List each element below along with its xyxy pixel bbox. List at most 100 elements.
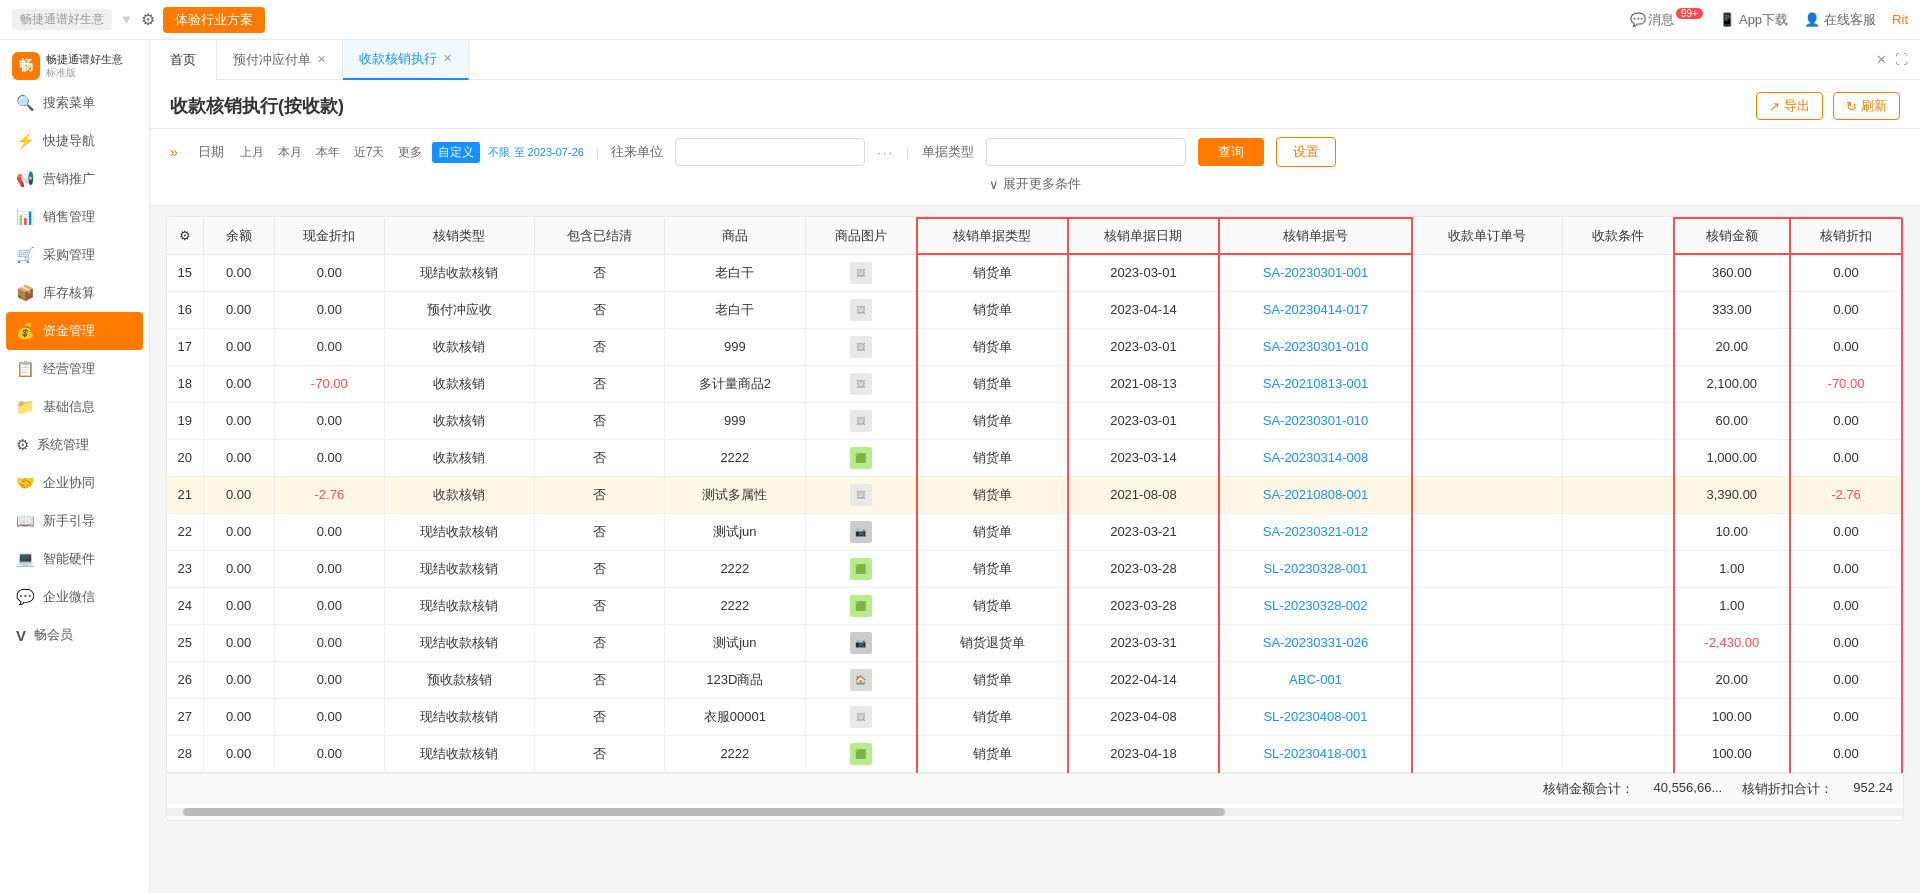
voucher-no-link[interactable]: SA-20230301-001 [1263, 265, 1369, 280]
tab-collection-close[interactable]: ✕ [443, 52, 452, 65]
tab-prepay[interactable]: 预付冲应付单 ✕ [217, 40, 343, 80]
expand-conditions-btn[interactable]: ∨ 展开更多条件 [989, 175, 1081, 193]
voucher-no-link[interactable]: SL-20230408-001 [1263, 709, 1367, 724]
sidebar-item-hardware[interactable]: 💻 智能硬件 [0, 540, 149, 578]
voucher-type-select[interactable] [986, 138, 1186, 166]
cell-goods-img: 📷 [805, 624, 916, 661]
trial-btn[interactable]: 体验行业方案 [163, 7, 265, 33]
cell-voucher-no[interactable]: SA-20210813-001 [1219, 365, 1412, 402]
sidebar-item-guide[interactable]: 📖 新手引导 [0, 502, 149, 540]
voucher-no-link[interactable]: SL-20230418-001 [1263, 746, 1367, 761]
cell-type: 现结收款核销 [385, 513, 535, 550]
cell-payment-cond [1562, 550, 1673, 587]
cell-balance: 0.00 [203, 365, 274, 402]
voucher-no-link[interactable]: ABC-001 [1289, 672, 1342, 687]
cell-voucher-no[interactable]: SA-20230331-026 [1219, 624, 1412, 661]
sidebar-item-sales-label: 销售管理 [43, 208, 95, 226]
tab-prepay-close[interactable]: ✕ [317, 53, 326, 66]
message-area[interactable]: 💬 消息 99+ [1630, 11, 1703, 29]
sidebar-item-finance[interactable]: 💰 资金管理 [6, 312, 143, 350]
sidebar-item-collab[interactable]: 🤝 企业协同 [0, 464, 149, 502]
tab-collection[interactable]: 收款核销执行 ✕ [343, 40, 469, 80]
close-window-icon[interactable]: ✕ [1876, 52, 1887, 67]
online-service[interactable]: 👤 在线客服 [1804, 11, 1876, 29]
date-custom[interactable]: 自定义 [432, 142, 480, 163]
cell-voucher-no[interactable]: SA-20230301-001 [1219, 254, 1412, 291]
main-table: ⚙ 余额 现金折扣 核销类型 包含已结清 商品 商品图片 核销单据类型 核销单据… [167, 217, 1903, 773]
th-type: 核销类型 [385, 218, 535, 254]
voucher-no-link[interactable]: SA-20210808-001 [1263, 487, 1369, 502]
voucher-no-link[interactable]: SA-20230321-012 [1263, 524, 1369, 539]
gear-icon[interactable]: ⚙ [141, 10, 155, 29]
voucher-no-link[interactable]: SA-20230301-010 [1263, 339, 1369, 354]
date-this-year[interactable]: 本年 [312, 142, 344, 163]
cell-voucher-no[interactable]: ABC-001 [1219, 661, 1412, 698]
sidebar-item-wechat[interactable]: 💬 企业微信 [0, 578, 149, 616]
sidebar-item-basic[interactable]: 📁 基础信息 [0, 388, 149, 426]
table-wrapper: ⚙ 余额 现金折扣 核销类型 包含已结清 商品 商品图片 核销单据类型 核销单据… [166, 216, 1904, 821]
sidebar-item-system[interactable]: ⚙ 系统管理 [0, 426, 149, 464]
sidebar-item-member[interactable]: V 畅会员 [0, 616, 149, 654]
tab-home[interactable]: 首页 [150, 40, 217, 80]
cell-amount: -2,430.00 [1674, 624, 1790, 661]
date-label: 日期 [198, 143, 224, 161]
tab-collection-label: 收款核销执行 [359, 50, 437, 68]
sidebar-item-marketing[interactable]: 📢 营销推广 [0, 160, 149, 198]
filter-separator-1: | [596, 145, 599, 160]
horizontal-scrollbar[interactable] [183, 808, 1225, 816]
settings-button[interactable]: 设置 [1276, 137, 1336, 167]
sidebar-item-purchase[interactable]: 🛒 采购管理 [0, 236, 149, 274]
cell-order-no [1412, 291, 1563, 328]
cell-voucher-no[interactable]: SL-20230418-001 [1219, 735, 1412, 772]
voucher-no-link[interactable]: SA-20230301-010 [1263, 413, 1369, 428]
cell-voucher-no[interactable]: SA-20230314-008 [1219, 439, 1412, 476]
export-button[interactable]: ↗ 导出 [1756, 92, 1823, 120]
app-download[interactable]: 📱 App下载 [1719, 11, 1788, 29]
date-more[interactable]: 更多 [394, 142, 426, 163]
sidebar-item-nav[interactable]: ⚡ 快捷导航 [0, 122, 149, 160]
voucher-no-link[interactable]: SL-20230328-002 [1263, 598, 1367, 613]
cell-discount: 0.00 [1790, 291, 1902, 328]
th-order-no: 收款单订单号 [1412, 218, 1563, 254]
query-button[interactable]: 查询 [1198, 138, 1264, 166]
date-7days[interactable]: 近7天 [350, 142, 389, 163]
voucher-no-link[interactable]: SL-20230328-001 [1263, 561, 1367, 576]
cell-voucher-type: 销货单 [917, 402, 1068, 439]
cell-voucher-no[interactable]: SA-20210808-001 [1219, 476, 1412, 513]
cell-no: 22 [167, 513, 203, 550]
sidebar-item-search[interactable]: 🔍 搜索菜单 [0, 84, 149, 122]
expand-arrow-icon[interactable]: » [170, 144, 178, 160]
date-prev-month[interactable]: 上月 [236, 142, 268, 163]
voucher-no-link[interactable]: SA-20210813-001 [1263, 376, 1369, 391]
sidebar-item-operations[interactable]: 📋 经营管理 [0, 350, 149, 388]
operations-icon: 📋 [16, 360, 35, 378]
hardware-icon: 💻 [16, 550, 35, 568]
cell-voucher-no[interactable]: SA-20230414-017 [1219, 291, 1412, 328]
table-settings-icon[interactable]: ⚙ [179, 228, 191, 243]
sidebar-item-sales[interactable]: 📊 销售管理 [0, 198, 149, 236]
cell-order-no [1412, 624, 1563, 661]
cell-balance: 0.00 [203, 513, 274, 550]
voucher-no-link[interactable]: SA-20230314-008 [1263, 450, 1369, 465]
cell-voucher-no[interactable]: SL-20230408-001 [1219, 698, 1412, 735]
maximize-window-icon[interactable]: ⛶ [1895, 52, 1908, 67]
cell-type: 现结收款核销 [385, 254, 535, 291]
refresh-button[interactable]: ↻ 刷新 [1833, 92, 1900, 120]
cell-voucher-no[interactable]: SA-20230301-010 [1219, 328, 1412, 365]
cell-voucher-no[interactable]: SL-20230328-001 [1219, 550, 1412, 587]
sidebar-item-inventory[interactable]: 📦 库存核算 [0, 274, 149, 312]
cell-voucher-type: 销货单 [917, 254, 1068, 291]
th-settings[interactable]: ⚙ [167, 218, 203, 254]
date-this-month[interactable]: 本月 [274, 142, 306, 163]
cell-goods-img: 🟩 [805, 550, 916, 587]
filter-dots[interactable]: ··· [877, 145, 894, 160]
cell-voucher-no[interactable]: SL-20230328-002 [1219, 587, 1412, 624]
cell-voucher-no[interactable]: SA-20230321-012 [1219, 513, 1412, 550]
cell-voucher-no[interactable]: SA-20230301-010 [1219, 402, 1412, 439]
counterpart-input[interactable] [675, 138, 865, 166]
voucher-no-link[interactable]: SA-20230331-026 [1263, 635, 1369, 650]
cell-voucher-type: 销货退货单 [917, 624, 1068, 661]
voucher-no-link[interactable]: SA-20230414-017 [1263, 302, 1369, 317]
table-row: 28 0.00 0.00 现结收款核销 否 2222 🟩 销货单 2023-04… [167, 735, 1902, 772]
cell-amount: 100.00 [1674, 735, 1790, 772]
